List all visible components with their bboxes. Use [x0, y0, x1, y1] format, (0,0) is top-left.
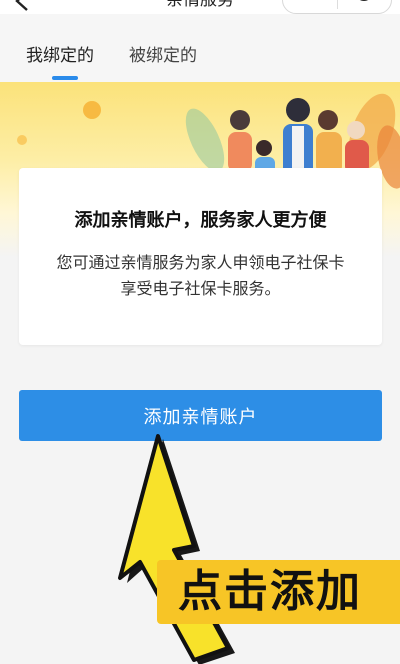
callout-text: 点击添加: [178, 566, 362, 617]
click-to-add-callout: 点击添加: [157, 560, 400, 624]
